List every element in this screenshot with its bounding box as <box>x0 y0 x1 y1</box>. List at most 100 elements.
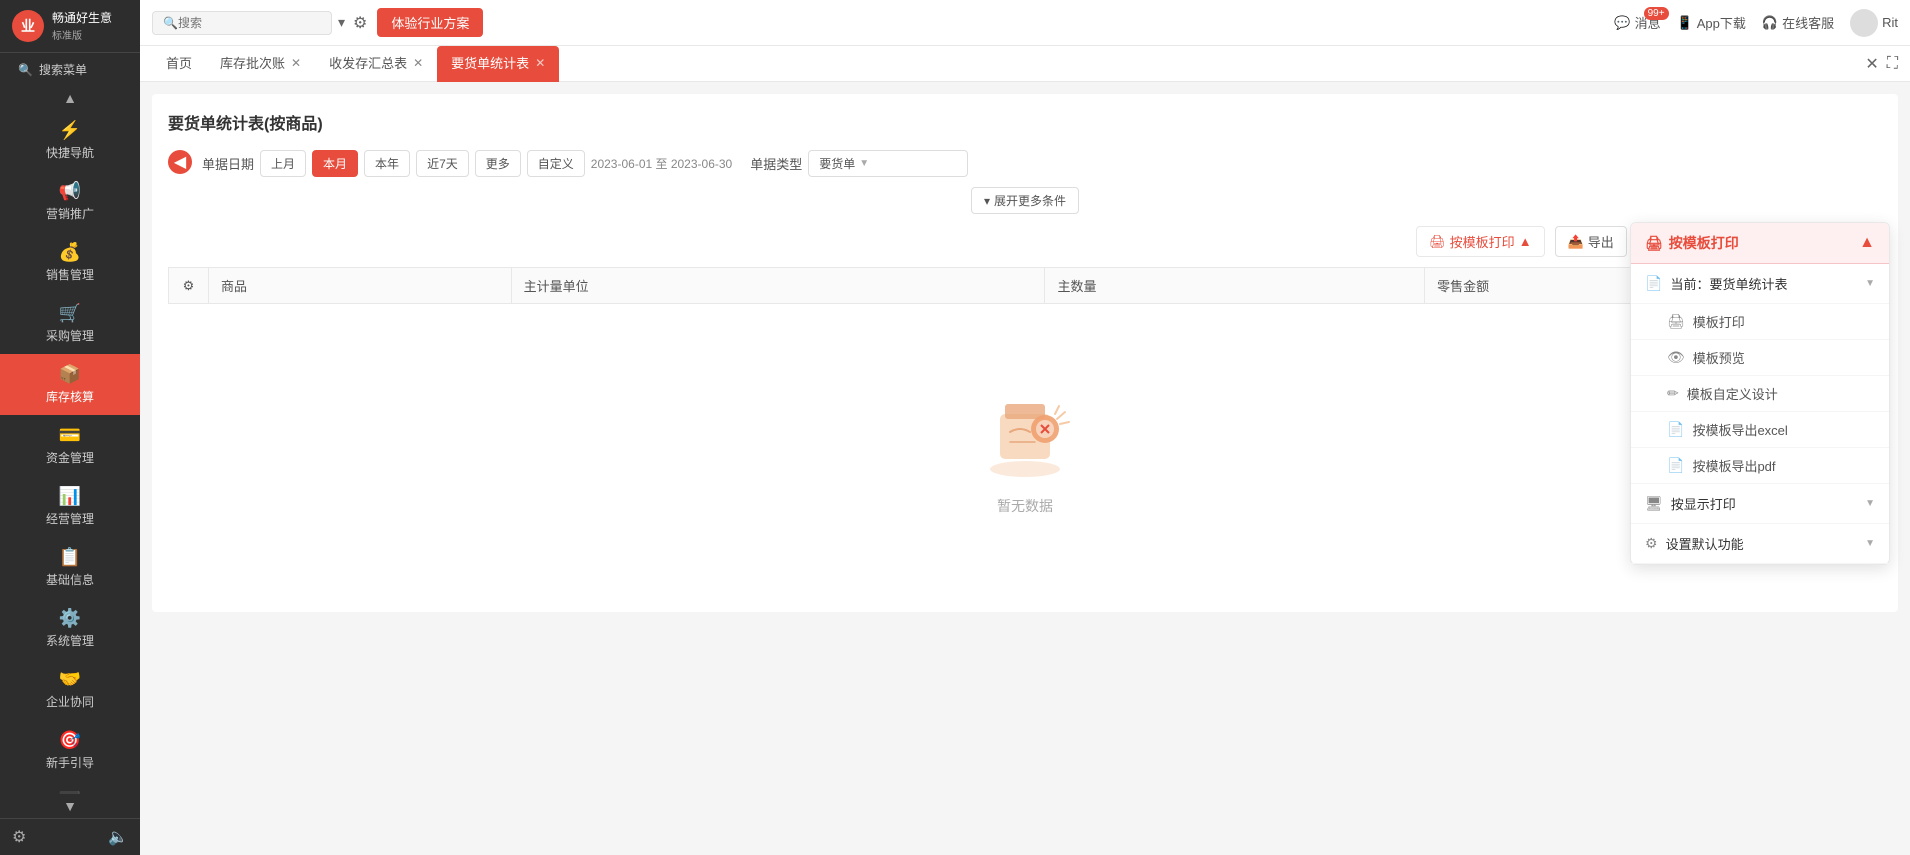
window-close-btn[interactable]: ✕ <box>1865 54 1878 74</box>
export-pdf-label: 按模板导出pdf <box>1692 456 1775 475</box>
display-print-icon: 🖥 <box>1645 495 1663 512</box>
sidebar-item-label: 基础信息 <box>46 571 94 588</box>
dropdown-close-btn[interactable]: ▲ <box>1859 234 1875 252</box>
search-area[interactable]: 🔍 <box>152 11 332 35</box>
tab-order-stats-close[interactable]: ✕ <box>535 56 545 70</box>
sidebar-item-inventory[interactable]: 📦 库存核算 <box>0 354 140 415</box>
filter-last-month[interactable]: 上月 <box>260 150 306 177</box>
sidebar-item-basic[interactable]: 📋 基础信息 <box>0 537 140 598</box>
sidebar-item-label: 企业协同 <box>46 693 94 710</box>
sidebar-item-sales[interactable]: 💰 销售管理 <box>0 232 140 293</box>
filter-current-month[interactable]: 本月 <box>312 150 358 177</box>
topbar: 🔍 ▾ ⚙ 体验行业方案 💬 消息 99+ 📱 App下载 🎧 在线客服 <box>140 0 1910 46</box>
display-print-left: 🖥 按显示打印 <box>1645 494 1736 513</box>
print-label: 按模板打印 <box>1450 232 1515 251</box>
date-label: 单据日期 <box>202 154 254 173</box>
sidebar-item-marketing[interactable]: 📢 营销推广 <box>0 171 140 232</box>
sidebar-item-enterprise[interactable]: 🤝 企业协同 <box>0 659 140 720</box>
sidebar-search-label: 搜索菜单 <box>39 61 87 78</box>
operations-icon: 📊 <box>59 486 81 507</box>
messages-btn[interactable]: 💬 消息 99+ <box>1614 13 1660 32</box>
dropdown-template-export-pdf[interactable]: 📄 按模板导出pdf <box>1631 448 1889 484</box>
col-settings[interactable]: ⚙ <box>169 268 209 304</box>
basic-icon: 📋 <box>59 547 81 568</box>
sidebar-search[interactable]: 🔍 搜索菜单 <box>0 53 140 86</box>
expand-more-btn[interactable]: ▾ 展开更多条件 <box>971 187 1079 214</box>
sidebar-item-operations[interactable]: 📊 经营管理 <box>0 476 140 537</box>
filter-toggle-btn[interactable]: ◀ <box>168 150 192 174</box>
sidebar-item-label: 销售管理 <box>46 266 94 283</box>
tab-home[interactable]: 首页 <box>152 46 206 82</box>
page-title: 要货单统计表(按商品) <box>168 110 1882 134</box>
window-maximize-btn[interactable]: ⛶ <box>1887 54 1898 74</box>
topbar-right: 💬 消息 99+ 📱 App下载 🎧 在线客服 Rit <box>1614 9 1898 37</box>
tab-inventory-batch[interactable]: 库存批次账 ✕ <box>206 46 315 82</box>
tab-receipt-summary[interactable]: 收发存汇总表 ✕ <box>315 46 437 82</box>
col-goods-label: 商品 <box>221 279 247 294</box>
sidebar-item-label: 经营管理 <box>46 510 94 527</box>
req-type-value: 要货单 <box>819 155 855 172</box>
tab-order-stats[interactable]: 要货单统计表 ✕ <box>437 46 559 82</box>
dropdown-header-left: 🖨 按模板打印 <box>1645 233 1739 253</box>
app-download-label: App下载 <box>1697 13 1746 32</box>
dropdown-template-export-excel[interactable]: 📄 按模板导出excel <box>1631 412 1889 448</box>
sidebar-bottom: ⚙ 🔈 <box>0 818 140 855</box>
filter-custom[interactable]: 自定义 <box>527 150 585 177</box>
online-support-btn[interactable]: 🎧 在线客服 <box>1762 13 1834 32</box>
tab-receipt-summary-close[interactable]: ✕ <box>413 56 423 70</box>
online-support-label: 在线客服 <box>1782 13 1834 32</box>
date-range: 2023-06-01 至 2023-06-30 <box>591 155 732 172</box>
filter-current-year[interactable]: 本年 <box>364 150 410 177</box>
dropdown-template-preview[interactable]: 👁 模板预览 <box>1631 340 1889 376</box>
search-input[interactable] <box>178 16 308 30</box>
tab-receipt-summary-label: 收发存汇总表 <box>329 53 407 72</box>
dropdown-title: 按模板打印 <box>1669 233 1739 253</box>
user-area[interactable]: Rit <box>1850 9 1898 37</box>
sidebar-item-guide[interactable]: 🎯 新手引导 <box>0 720 140 781</box>
topbar-settings-btn[interactable]: ⚙ <box>353 13 367 33</box>
system-icon: ⚙️ <box>59 608 81 629</box>
window-controls: ✕ ⛶ <box>1865 54 1898 74</box>
support-icon: 🎧 <box>1762 15 1778 31</box>
finance-icon: 💳 <box>59 425 81 446</box>
app-download-btn[interactable]: 📱 App下载 <box>1677 13 1746 32</box>
sidebar-scroll-up[interactable]: ▲ <box>0 86 140 110</box>
logo-text: 畅通好生意 标准版 <box>52 10 112 42</box>
col-unit-label: 主计量单位 <box>524 279 589 294</box>
sidebar-item-quick-nav[interactable]: ⚡ 快捷导航 <box>0 110 140 171</box>
dropdown-template-print[interactable]: 🖨 模板打印 <box>1631 304 1889 340</box>
sidebar-item-apps[interactable]: 🔲 应用中心 <box>0 781 140 794</box>
sidebar-item-finance[interactable]: 💳 资金管理 <box>0 415 140 476</box>
current-item-left: 📄 当前：要货单统计表 <box>1645 274 1787 293</box>
display-print-arrow: ▼ <box>1865 498 1875 509</box>
tab-inventory-batch-close[interactable]: ✕ <box>291 56 301 70</box>
sidebar-item-label: 库存核算 <box>46 388 94 405</box>
settings-bottom-icon[interactable]: ⚙ <box>12 827 26 847</box>
sidebar-item-system[interactable]: ⚙️ 系统管理 <box>0 598 140 659</box>
template-preview-icon: 👁 <box>1667 349 1685 366</box>
dropdown-display-print[interactable]: 🖥 按显示打印 ▼ <box>1631 484 1889 524</box>
export-btn[interactable]: 📤 导出 <box>1555 226 1627 257</box>
col-quantity: 主数量 <box>1045 268 1425 304</box>
purchase-icon: 🛒 <box>59 303 81 324</box>
type-select[interactable]: 要货单 ▼ <box>808 150 968 177</box>
display-print-label: 按显示打印 <box>1671 494 1736 513</box>
trial-btn[interactable]: 体验行业方案 <box>377 8 483 37</box>
print-btn[interactable]: 🖨 按模板打印 ▲ <box>1416 226 1544 257</box>
dropdown-template-custom[interactable]: ✏ 模板自定义设计 <box>1631 376 1889 412</box>
filter-last-7-days[interactable]: 近7天 <box>416 150 469 177</box>
sidebar-item-label: 营销推广 <box>46 205 94 222</box>
tab-inventory-batch-label: 库存批次账 <box>220 53 285 72</box>
sidebar-scroll-down[interactable]: ▼ <box>0 794 140 818</box>
export-excel-icon: 📄 <box>1667 421 1684 438</box>
dropdown-current-item[interactable]: 📄 当前：要货单统计表 ▼ <box>1631 264 1889 304</box>
dropdown-print-icon: 🖨 <box>1645 235 1663 252</box>
enterprise-icon: 🤝 <box>59 669 81 690</box>
filter-more[interactable]: 更多 <box>475 150 521 177</box>
dropdown-default-fn[interactable]: ⚙ 设置默认功能 ▼ <box>1631 524 1889 564</box>
user-name: Rit <box>1882 15 1898 30</box>
search-dropdown-btn[interactable]: ▾ <box>338 14 345 31</box>
audio-icon[interactable]: 🔈 <box>108 827 128 847</box>
default-fn-icon: ⚙ <box>1645 535 1658 552</box>
sidebar-item-purchase[interactable]: 🛒 采购管理 <box>0 293 140 354</box>
